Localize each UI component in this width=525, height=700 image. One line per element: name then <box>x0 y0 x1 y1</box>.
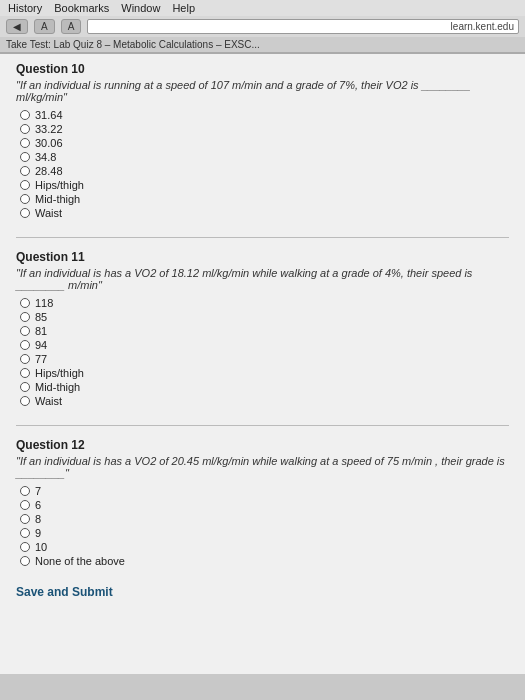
list-item[interactable]: 8 <box>16 513 509 525</box>
question-12-text: "If an individual is has a VO2 of 20.45 … <box>16 455 509 479</box>
list-item[interactable]: Mid-thigh <box>16 381 509 393</box>
font-size-large-button[interactable]: A <box>61 19 82 34</box>
option-label: 8 <box>35 513 41 525</box>
list-item[interactable]: Waist <box>16 207 509 219</box>
list-item[interactable]: 94 <box>16 339 509 351</box>
list-item[interactable]: None of the above <box>16 555 509 567</box>
radio-q12-opt1[interactable] <box>20 500 30 510</box>
option-label: 31.64 <box>35 109 63 121</box>
radio-q10-opt6[interactable] <box>20 194 30 204</box>
list-item[interactable]: 9 <box>16 527 509 539</box>
question-11-text: "If an individual is has a VO2 of 18.12 … <box>16 267 509 291</box>
radio-q11-opt4[interactable] <box>20 354 30 364</box>
radio-q11-opt5[interactable] <box>20 368 30 378</box>
question-10-text: "If an individual is running at a speed … <box>16 79 509 103</box>
radio-q11-opt3[interactable] <box>20 340 30 350</box>
option-label: Hips/thigh <box>35 367 84 379</box>
list-item[interactable]: 7 <box>16 485 509 497</box>
list-item[interactable]: 85 <box>16 311 509 323</box>
list-item[interactable]: 31.64 <box>16 109 509 121</box>
radio-q10-opt5[interactable] <box>20 180 30 190</box>
list-item[interactable]: 33.22 <box>16 123 509 135</box>
option-label: 9 <box>35 527 41 539</box>
tab-label: Take Test: Lab Quiz 8 – Metabolic Calcul… <box>6 39 260 50</box>
radio-q12-opt2[interactable] <box>20 514 30 524</box>
list-item[interactable]: 34.8 <box>16 151 509 163</box>
radio-q12-opt0[interactable] <box>20 486 30 496</box>
list-item[interactable]: 6 <box>16 499 509 511</box>
page-content: Question 10 "If an individual is running… <box>0 54 525 674</box>
divider-q10-q11 <box>16 237 509 238</box>
radio-q11-opt2[interactable] <box>20 326 30 336</box>
list-item[interactable]: 28.48 <box>16 165 509 177</box>
list-item[interactable]: 10 <box>16 541 509 553</box>
radio-q10-opt7[interactable] <box>20 208 30 218</box>
radio-q11-opt7[interactable] <box>20 396 30 406</box>
option-label: 34.8 <box>35 151 56 163</box>
radio-q11-opt1[interactable] <box>20 312 30 322</box>
browser-chrome: History Bookmarks Window Help ◀ A A lear… <box>0 0 525 54</box>
list-item[interactable]: 118 <box>16 297 509 309</box>
address-bar[interactable]: learn.kent.edu <box>87 19 519 34</box>
radio-q12-opt5[interactable] <box>20 556 30 566</box>
radio-q10-opt3[interactable] <box>20 152 30 162</box>
option-label: 10 <box>35 541 47 553</box>
option-label: Waist <box>35 395 62 407</box>
list-item[interactable]: 30.06 <box>16 137 509 149</box>
menu-bar: History Bookmarks Window Help <box>0 0 525 16</box>
list-item[interactable]: 81 <box>16 325 509 337</box>
option-label: 33.22 <box>35 123 63 135</box>
toolbar: ◀ A A learn.kent.edu <box>0 16 525 37</box>
address-text: learn.kent.edu <box>451 21 514 32</box>
question-12-block: Question 12 "If an individual is has a V… <box>16 438 509 567</box>
list-item[interactable]: Hips/thigh <box>16 367 509 379</box>
option-label: 28.48 <box>35 165 63 177</box>
list-item[interactable]: 77 <box>16 353 509 365</box>
radio-q10-opt4[interactable] <box>20 166 30 176</box>
radio-q12-opt4[interactable] <box>20 542 30 552</box>
list-item[interactable]: Waist <box>16 395 509 407</box>
font-size-small-button[interactable]: A <box>34 19 55 34</box>
option-label: 118 <box>35 297 53 309</box>
radio-q10-opt2[interactable] <box>20 138 30 148</box>
save-submit-button[interactable]: Save and Submit <box>16 585 509 599</box>
menu-bookmarks[interactable]: Bookmarks <box>54 2 109 14</box>
option-label: Hips/thigh <box>35 179 84 191</box>
menu-window[interactable]: Window <box>121 2 160 14</box>
radio-q11-opt0[interactable] <box>20 298 30 308</box>
option-label: 85 <box>35 311 47 323</box>
radio-q10-opt1[interactable] <box>20 124 30 134</box>
question-11-block: Question 11 "If an individual is has a V… <box>16 250 509 407</box>
option-label: 30.06 <box>35 137 63 149</box>
list-item[interactable]: Hips/thigh <box>16 179 509 191</box>
radio-q12-opt3[interactable] <box>20 528 30 538</box>
back-button[interactable]: ◀ <box>6 19 28 34</box>
option-label: 77 <box>35 353 47 365</box>
divider-q11-q12 <box>16 425 509 426</box>
question-11-title: Question 11 <box>16 250 509 264</box>
radio-q11-opt6[interactable] <box>20 382 30 392</box>
option-label: 94 <box>35 339 47 351</box>
question-12-title: Question 12 <box>16 438 509 452</box>
question-10-title: Question 10 <box>16 62 509 76</box>
menu-help[interactable]: Help <box>172 2 195 14</box>
list-item[interactable]: Mid-thigh <box>16 193 509 205</box>
option-label: Mid-thigh <box>35 193 80 205</box>
option-label: 81 <box>35 325 47 337</box>
option-label: 7 <box>35 485 41 497</box>
question-10-block: Question 10 "If an individual is running… <box>16 62 509 219</box>
option-label: Mid-thigh <box>35 381 80 393</box>
option-label: 6 <box>35 499 41 511</box>
tab-bar: Take Test: Lab Quiz 8 – Metabolic Calcul… <box>0 37 525 53</box>
option-label: None of the above <box>35 555 125 567</box>
radio-q10-opt0[interactable] <box>20 110 30 120</box>
option-label: Waist <box>35 207 62 219</box>
menu-history[interactable]: History <box>8 2 42 14</box>
